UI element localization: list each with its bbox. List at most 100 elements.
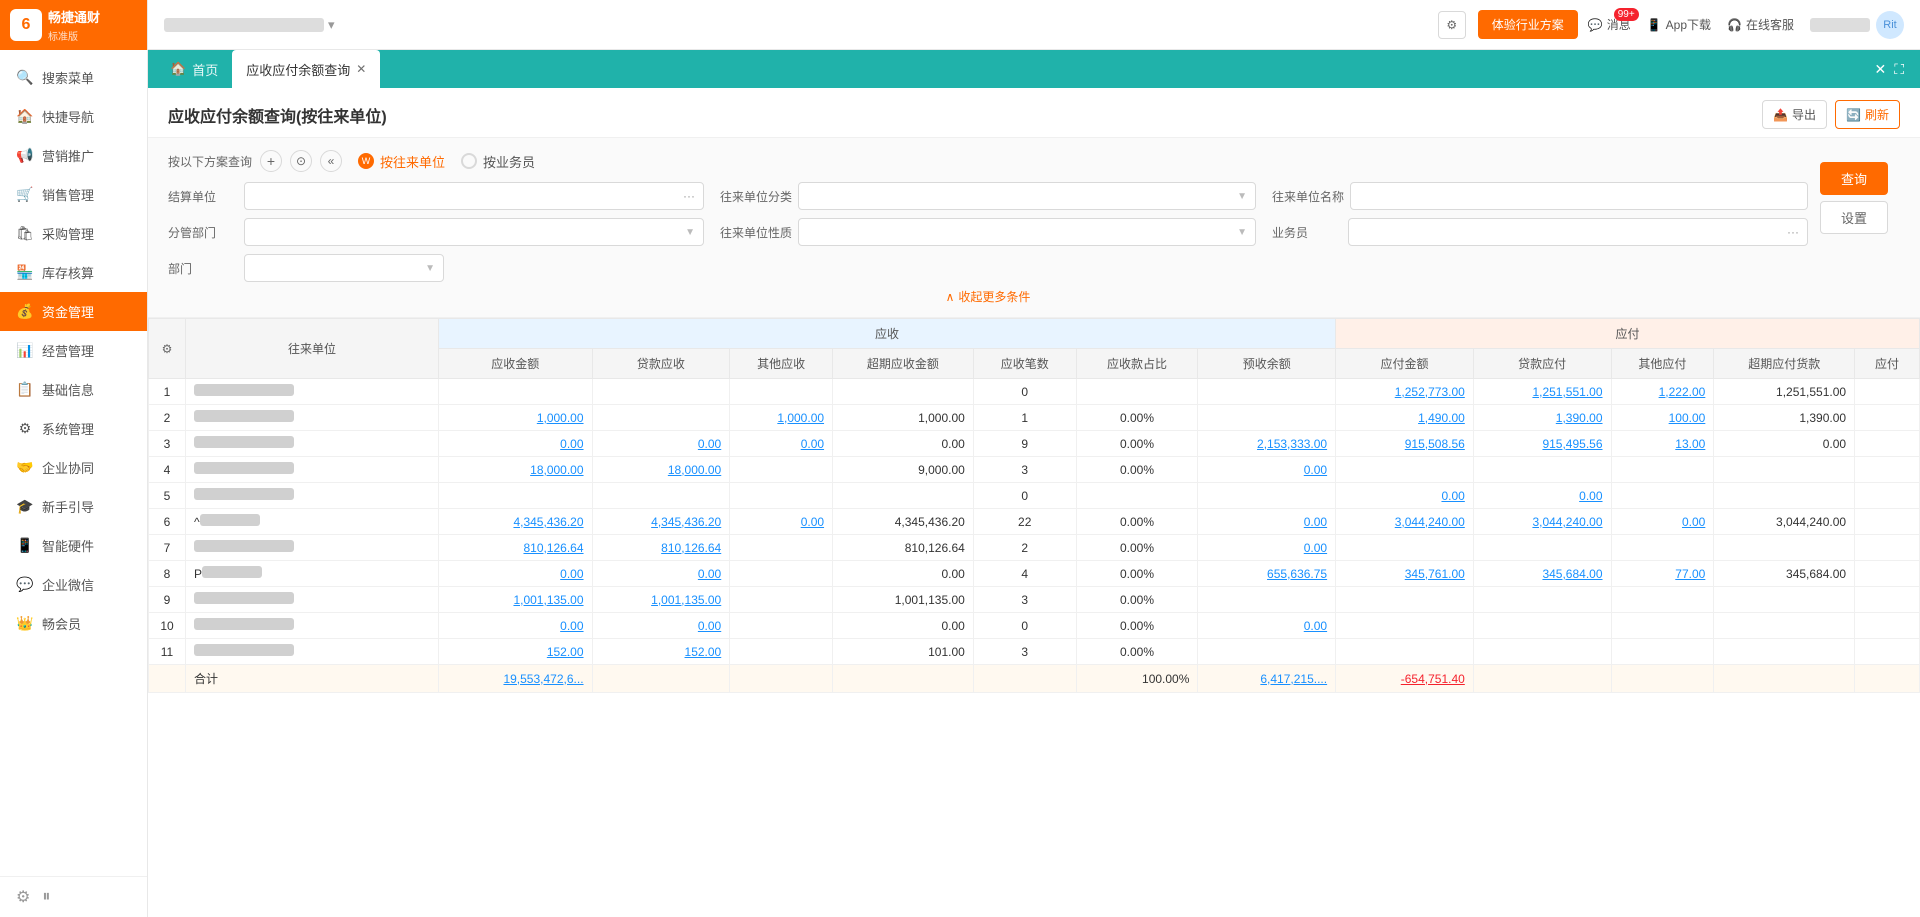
filter-add-button[interactable]: +: [260, 150, 282, 172]
sidebar-icon-smart-hw: 📱: [16, 537, 34, 555]
department-input[interactable]: ▼: [244, 254, 444, 282]
col-ar-prepay: 预收余额: [1198, 349, 1336, 379]
topbar-right: 💬 消息 99+ 📱 App下载 🎧 在线客服 Rit: [1588, 11, 1904, 39]
breadcrumb: ▾: [164, 17, 1428, 33]
tab-close-icon[interactable]: ✕: [356, 62, 366, 76]
sidebar-item-search-menu[interactable]: 🔍搜索菜单: [0, 58, 147, 97]
maximize-icon[interactable]: ⛶: [1894, 61, 1904, 78]
sidebar-icon-inventory: 🏪: [16, 264, 34, 282]
sidebar-item-inventory[interactable]: 🏪 库存核算: [0, 253, 147, 292]
by-unit-option[interactable]: W 按往来单位: [358, 152, 445, 171]
table-row: 100.000.000.0000.00%0.00: [149, 613, 1920, 639]
unit-category-input[interactable]: ▼: [798, 182, 1256, 210]
col-ar-count: 应收笔数: [973, 349, 1076, 379]
unit-category-label: 往来单位分类: [720, 188, 792, 205]
chat-icon: 💬: [1588, 18, 1603, 32]
sidebar-label-marketing: 营销推广: [42, 146, 94, 165]
col-payable-group: 应付: [1336, 319, 1920, 349]
sidebar-item-operation[interactable]: 📊经营管理: [0, 331, 147, 370]
unit-nature-label: 往来单位性质: [720, 224, 792, 241]
sidebar-item-wechat[interactable]: 💬 企业微信: [0, 565, 147, 604]
sidebar-icon-system: ⚙: [16, 420, 34, 438]
total-ar-prepay[interactable]: 6,417,215....: [1198, 665, 1336, 693]
sidebar-icon-marketing: 📢: [16, 147, 34, 165]
col-receivable-group: 应收: [439, 319, 1336, 349]
filter-label: 按以下方案查询: [168, 153, 252, 170]
query-button[interactable]: 查询: [1820, 162, 1888, 195]
sidebar-item-purchase[interactable]: 🛍采购管理: [0, 214, 147, 253]
tab-home[interactable]: 🏠 首页: [156, 50, 232, 88]
tab-ar-ap-query[interactable]: 应收应付余额查询 ✕: [232, 50, 380, 88]
user-avatar: Rit: [1876, 11, 1904, 39]
col-unit-header: 往来单位: [186, 319, 439, 379]
settlement-unit-item: 结算单位 ···: [168, 182, 704, 210]
settings-icon[interactable]: ⚙: [16, 887, 30, 907]
unit-nature-input[interactable]: ▼: [798, 218, 1256, 246]
sidebar-item-member[interactable]: 👑畅会员: [0, 604, 147, 643]
salesperson-label: 业务员: [1272, 224, 1342, 241]
sidebar-item-newbie[interactable]: 🎓新手引导: [0, 487, 147, 526]
refresh-button[interactable]: 🔄 刷新: [1835, 100, 1900, 129]
filter-collapse-button[interactable]: «: [320, 150, 342, 172]
header-actions: 📤 导出 🔄 刷新: [1762, 100, 1900, 129]
sidebar-label-purchase: 采购管理: [42, 224, 94, 243]
close-window-icon[interactable]: ✕: [1874, 61, 1886, 78]
sidebar-label-system: 系统管理: [42, 419, 94, 438]
unit-name-label: 往来单位名称: [1272, 188, 1344, 205]
chevron-up-icon: ∧: [946, 290, 955, 304]
main-area: ▾ ⚙ 体验行业方案 💬 消息 99+ 📱 App下载 🎧 在线客服: [148, 0, 1920, 917]
sidebar-item-sales[interactable]: 🛒销售管理: [0, 175, 147, 214]
sidebar-item-system[interactable]: ⚙ 系统管理: [0, 409, 147, 448]
sidebar-label-base-info: 基础信息: [42, 380, 94, 399]
filter-rows: 结算单位 ··· 往来单位分类 ▼: [168, 182, 1808, 282]
sidebar-item-quick-nav[interactable]: 🏠快捷导航: [0, 97, 147, 136]
department-label: 部门: [168, 260, 238, 277]
filter-row-1: 结算单位 ··· 往来单位分类 ▼: [168, 182, 1808, 210]
by-unit-label: 按往来单位: [380, 152, 445, 171]
sidebar-icon-wechat: 💬: [16, 576, 34, 594]
salesperson-input[interactable]: ···: [1348, 218, 1808, 246]
sidebar-icon-operation: 📊: [16, 342, 34, 360]
logo-icon: 6: [10, 9, 42, 41]
branch-dept-input[interactable]: ▼: [244, 218, 704, 246]
sidebar-icon-member: 👑: [16, 615, 34, 633]
logo-edition: 标准版: [48, 28, 100, 43]
by-staff-option[interactable]: 按业务员: [461, 152, 535, 171]
settings-button[interactable]: 设置: [1820, 201, 1888, 234]
sidebar-icon-capital: 💰: [16, 303, 34, 321]
download-icon: 📱: [1647, 18, 1662, 32]
sidebar-label-wechat: 企业微信: [42, 575, 94, 594]
support-icon: 🎧: [1727, 18, 1742, 32]
table-row: 6^4,345,436.204,345,436.200.004,345,436.…: [149, 509, 1920, 535]
export-button[interactable]: 📤 导出: [1762, 100, 1827, 129]
sidebar-label-inventory: 库存核算: [42, 263, 94, 282]
sidebar-item-marketing[interactable]: 📢 营销推广: [0, 136, 147, 175]
unit-nature-item: 往来单位性质 ▼: [720, 218, 1256, 246]
unit-name-input[interactable]: [1350, 182, 1808, 210]
sidebar-item-base-info[interactable]: 📋基础信息: [0, 370, 147, 409]
sidebar-item-enterprise[interactable]: 🤝企业协同: [0, 448, 147, 487]
unit-name-item: 往来单位名称: [1272, 182, 1808, 210]
total-ar-amount[interactable]: 19,553,472,6...: [439, 665, 593, 693]
col-ar-ratio: 应收款占比: [1076, 349, 1198, 379]
industry-button[interactable]: 体验行业方案: [1478, 10, 1578, 39]
sidebar-icon-quick-nav: 🏠: [16, 108, 34, 126]
col-ap-14: 应付: [1855, 349, 1920, 379]
table-group-header-row: ⚙ 往来单位 应收 应付: [149, 319, 1920, 349]
app-download-button[interactable]: 📱 App下载: [1647, 16, 1711, 33]
sidebar-item-smart-hw[interactable]: 📱智能硬件: [0, 526, 147, 565]
total-ap-amount[interactable]: -654,751.40: [1336, 665, 1474, 693]
col-ar-amount: 应收金额: [439, 349, 593, 379]
notification-button[interactable]: 💬 消息 99+: [1588, 16, 1631, 33]
topbar: ▾ ⚙ 体验行业方案 💬 消息 99+ 📱 App下载 🎧 在线客服: [148, 0, 1920, 50]
settlement-unit-input[interactable]: ···: [244, 182, 704, 210]
filter-toolbar: 按以下方案查询 + ⊙ « W 按往来单位 按业务员: [168, 150, 1808, 172]
gear-button[interactable]: ⚙: [1438, 11, 1466, 39]
collapse-icon[interactable]: ⏸: [42, 888, 50, 906]
col-settings-icon[interactable]: ⚙: [157, 339, 177, 359]
filter-settings-button[interactable]: ⊙: [290, 150, 312, 172]
sidebar-item-capital[interactable]: 💰资金管理: [0, 292, 147, 331]
home-icon: 🏠: [170, 61, 186, 77]
online-support-button[interactable]: 🎧 在线客服: [1727, 16, 1794, 33]
collapse-more-btn[interactable]: ∧ 收起更多条件: [168, 288, 1808, 305]
